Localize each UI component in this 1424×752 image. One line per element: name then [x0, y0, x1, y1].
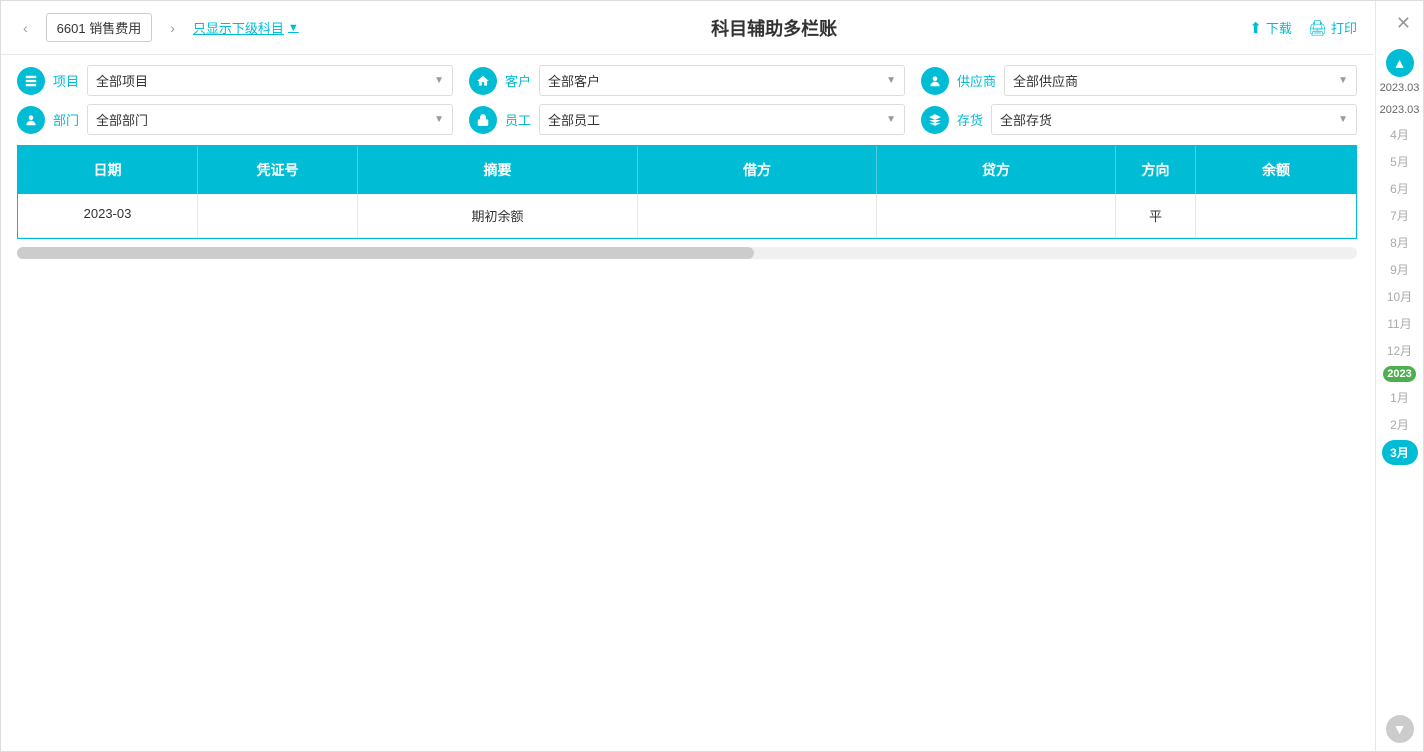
month-item-8[interactable]: 8月 [1388, 229, 1411, 256]
department-select[interactable]: 全部部门 ▼ [87, 104, 453, 135]
print-icon: 🖨 [1308, 19, 1327, 37]
customer-value: 全部客户 [548, 71, 600, 90]
employee-label: 员工 [505, 110, 531, 129]
department-icon [17, 106, 45, 134]
show-sub-toggle[interactable]: 只显示下级科目 ▼ [193, 18, 299, 37]
col-direction: 方向 [1116, 146, 1196, 194]
print-label: 打印 [1331, 18, 1357, 37]
inventory-label: 存货 [957, 110, 983, 129]
month-item-5[interactable]: 5月 [1388, 148, 1411, 175]
filter-inventory: 存货 全部存货 ▼ [921, 104, 1357, 135]
account-name: 销售费用 [89, 21, 141, 36]
chevron-down-icon: ▼ [288, 22, 299, 34]
download-button[interactable]: ⬆ 下载 [1249, 18, 1292, 37]
month-item-11[interactable]: 11月 [1385, 310, 1413, 337]
sidebar-down-button[interactable]: ▼ [1386, 715, 1414, 743]
filter-project: 项目 全部项目 ▼ [17, 65, 453, 96]
customer-arrow-icon: ▼ [886, 75, 896, 86]
cell-summary: 期初余额 [358, 194, 638, 237]
col-summary: 摘要 [358, 146, 638, 194]
download-label: 下载 [1266, 18, 1292, 37]
filter-department: 部门 全部部门 ▼ [17, 104, 453, 135]
month-item-12[interactable]: 12月 [1385, 337, 1414, 364]
month-item-2[interactable]: 2月 [1388, 411, 1411, 438]
employee-arrow-icon: ▼ [886, 114, 896, 125]
main-table: 日期 凭证号 摘要 借方 贷方 方向 余额 2023-03 期初余额 平 [17, 145, 1357, 239]
project-select[interactable]: 全部项目 ▼ [87, 65, 453, 96]
supplier-icon [921, 67, 949, 95]
filters-section: 项目 全部项目 ▼ 客户 全部客户 ▼ [1, 55, 1373, 145]
project-arrow-icon: ▼ [434, 75, 444, 86]
cell-debit [638, 194, 877, 237]
period-item-2023-03-1[interactable]: 2023.03 [1376, 77, 1423, 99]
filter-customer: 客户 全部客户 ▼ [469, 65, 905, 96]
table-row: 2023-03 期初余额 平 [18, 194, 1356, 238]
month-item-9[interactable]: 9月 [1388, 256, 1411, 283]
next-account-button[interactable]: › [164, 18, 181, 38]
customer-icon [469, 67, 497, 95]
inventory-arrow-icon: ▼ [1338, 114, 1348, 125]
header-actions: ⬆ 下载 🖨 打印 [1249, 18, 1357, 37]
filter-supplier: 供应商 全部供应商 ▼ [921, 65, 1357, 96]
supplier-label: 供应商 [957, 71, 996, 90]
filter-employee: 员工 全部员工 ▼ [469, 104, 905, 135]
cell-voucher [198, 194, 358, 237]
month-item-1[interactable]: 1月 [1388, 384, 1411, 411]
customer-select[interactable]: 全部客户 ▼ [539, 65, 905, 96]
inventory-select[interactable]: 全部存货 ▼ [991, 104, 1357, 135]
month-item-10[interactable]: 10月 [1385, 283, 1414, 310]
period-item-2023-03-2[interactable]: 2023.03 [1376, 99, 1423, 121]
supplier-select[interactable]: 全部供应商 ▼ [1004, 65, 1357, 96]
employee-select[interactable]: 全部员工 ▼ [539, 104, 905, 135]
inventory-value: 全部存货 [1000, 110, 1052, 129]
header: ‹ 6601 销售费用 › 只显示下级科目 ▼ 科目辅助多栏账 ⬆ 下载 🖨 打… [1, 1, 1373, 55]
prev-account-button[interactable]: ‹ [17, 18, 34, 38]
col-credit: 贷方 [877, 146, 1116, 194]
col-voucher: 凭证号 [198, 146, 358, 194]
project-label: 项目 [53, 71, 79, 90]
cell-credit [877, 194, 1116, 237]
cell-direction: 平 [1116, 194, 1196, 237]
employee-value: 全部员工 [548, 110, 600, 129]
department-label: 部门 [53, 110, 79, 129]
account-tag: 6601 销售费用 [46, 13, 153, 42]
customer-label: 客户 [505, 71, 531, 90]
page-title: 科目辅助多栏账 [311, 15, 1238, 41]
col-balance: 余额 [1196, 146, 1356, 194]
col-debit: 借方 [638, 146, 877, 194]
account-code: 6601 [57, 21, 86, 36]
cell-balance [1196, 194, 1356, 237]
inventory-icon [921, 106, 949, 134]
close-button[interactable]: ✕ [1396, 13, 1411, 34]
show-sub-label: 只显示下级科目 [193, 18, 284, 37]
scrollbar-thumb [17, 247, 754, 259]
supplier-arrow-icon: ▼ [1338, 75, 1348, 86]
project-value: 全部项目 [96, 71, 148, 90]
project-icon [17, 67, 45, 95]
employee-icon [469, 106, 497, 134]
supplier-value: 全部供应商 [1013, 71, 1078, 90]
cell-date: 2023-03 [18, 194, 198, 237]
table-body: 2023-03 期初余额 平 [18, 194, 1356, 238]
col-date: 日期 [18, 146, 198, 194]
horizontal-scrollbar[interactable] [17, 247, 1357, 259]
table-header: 日期 凭证号 摘要 借方 贷方 方向 余额 [18, 146, 1356, 194]
month-item-4[interactable]: 4月 [1388, 121, 1411, 148]
month-item-3-active[interactable]: 3月 [1382, 440, 1418, 465]
year-badge-2023[interactable]: 2023 [1383, 366, 1415, 382]
period-sidebar: ▲ 2023.03 2023.03 4月 5月 6月 7月 8月 9月 10月 … [1375, 1, 1423, 751]
department-arrow-icon: ▼ [434, 114, 444, 125]
month-item-7[interactable]: 7月 [1388, 202, 1411, 229]
download-icon: ⬆ [1249, 19, 1262, 37]
department-value: 全部部门 [96, 110, 148, 129]
sidebar-up-button[interactable]: ▲ [1386, 49, 1414, 77]
month-item-6[interactable]: 6月 [1388, 175, 1411, 202]
print-button[interactable]: 🖨 打印 [1308, 18, 1357, 37]
